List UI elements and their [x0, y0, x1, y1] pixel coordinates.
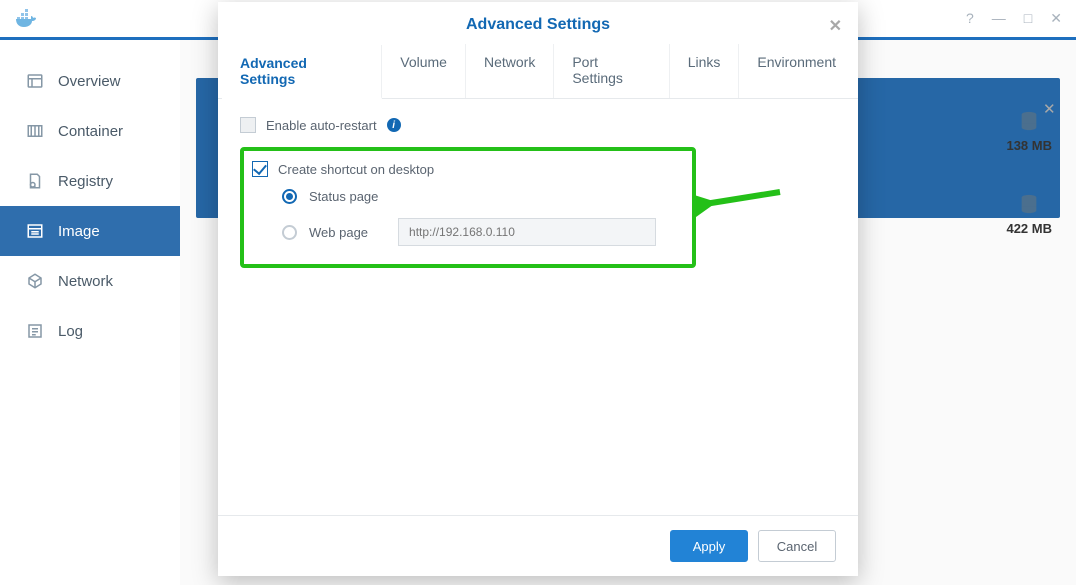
- window-controls: ? — □ ✕: [966, 10, 1062, 27]
- sidebar-item-overview[interactable]: Overview: [0, 56, 180, 106]
- web-page-label: Web page: [309, 225, 368, 240]
- maximize-button[interactable]: □: [1024, 10, 1032, 27]
- web-page-url-input[interactable]: [398, 218, 656, 246]
- create-shortcut-row: Create shortcut on desktop: [252, 161, 684, 177]
- info-icon[interactable]: i: [387, 118, 401, 132]
- registry-icon: [26, 172, 44, 190]
- advanced-settings-modal: Advanced Settings ✕ Advanced Settings Vo…: [218, 2, 858, 576]
- modal-body: Enable auto-restart i Create shortcut on…: [218, 99, 858, 515]
- modal-title: Advanced Settings ✕: [218, 2, 858, 44]
- help-button[interactable]: ?: [966, 10, 974, 27]
- sidebar-item-label: Network: [58, 273, 113, 290]
- tab-volume[interactable]: Volume: [382, 44, 466, 98]
- modal-close-icon[interactable]: ✕: [829, 16, 842, 36]
- close-button[interactable]: ✕: [1050, 10, 1062, 27]
- tab-network[interactable]: Network: [466, 44, 554, 98]
- cancel-button[interactable]: Cancel: [758, 530, 836, 562]
- tab-environment[interactable]: Environment: [739, 44, 854, 98]
- apply-button[interactable]: Apply: [670, 530, 748, 562]
- sidebar-item-log[interactable]: Log: [0, 306, 180, 356]
- status-page-row: Status page: [282, 189, 684, 204]
- image-list-item[interactable]: 422 MB: [1006, 193, 1052, 236]
- auto-restart-checkbox[interactable]: [240, 117, 256, 133]
- sidebar-item-registry[interactable]: Registry: [0, 156, 180, 206]
- auto-restart-row: Enable auto-restart i: [240, 117, 836, 133]
- sidebar: Overview Container Registry Image Networ…: [0, 40, 180, 585]
- network-icon: [26, 272, 44, 290]
- sidebar-item-label: Log: [58, 323, 83, 340]
- modal-tabs: Advanced Settings Volume Network Port Se…: [218, 44, 858, 99]
- modal-footer: Apply Cancel: [218, 515, 858, 576]
- status-page-radio[interactable]: [282, 189, 297, 204]
- sidebar-item-image[interactable]: Image: [0, 206, 180, 256]
- minimize-button[interactable]: —: [992, 10, 1006, 27]
- container-icon: [26, 122, 44, 140]
- sidebar-item-label: Image: [58, 223, 100, 240]
- docker-logo-icon: [14, 7, 38, 31]
- sidebar-item-label: Overview: [58, 73, 121, 90]
- sidebar-item-network[interactable]: Network: [0, 256, 180, 306]
- sidebar-item-container[interactable]: Container: [0, 106, 180, 156]
- shortcut-highlight-box: Create shortcut on desktop Status page W…: [240, 147, 696, 268]
- image-icon: [26, 222, 44, 240]
- database-icon: [1018, 193, 1040, 215]
- auto-restart-label: Enable auto-restart: [266, 118, 377, 133]
- log-icon: [26, 322, 44, 340]
- image-size-label: 138 MB: [1006, 138, 1052, 153]
- overview-icon: [26, 72, 44, 90]
- image-size-label: 422 MB: [1006, 221, 1052, 236]
- sidebar-item-label: Registry: [58, 173, 113, 190]
- tab-advanced-settings[interactable]: Advanced Settings: [222, 45, 382, 99]
- database-icon: [1018, 110, 1040, 132]
- status-page-label: Status page: [309, 189, 378, 204]
- web-page-row: Web page: [282, 218, 684, 246]
- sidebar-item-label: Container: [58, 123, 123, 140]
- tab-port-settings[interactable]: Port Settings: [554, 44, 669, 98]
- underlying-close-icon[interactable]: ✕: [1043, 100, 1056, 118]
- web-page-radio[interactable]: [282, 225, 297, 240]
- create-shortcut-label: Create shortcut on desktop: [278, 162, 434, 177]
- create-shortcut-checkbox[interactable]: [252, 161, 268, 177]
- tab-links[interactable]: Links: [670, 44, 740, 98]
